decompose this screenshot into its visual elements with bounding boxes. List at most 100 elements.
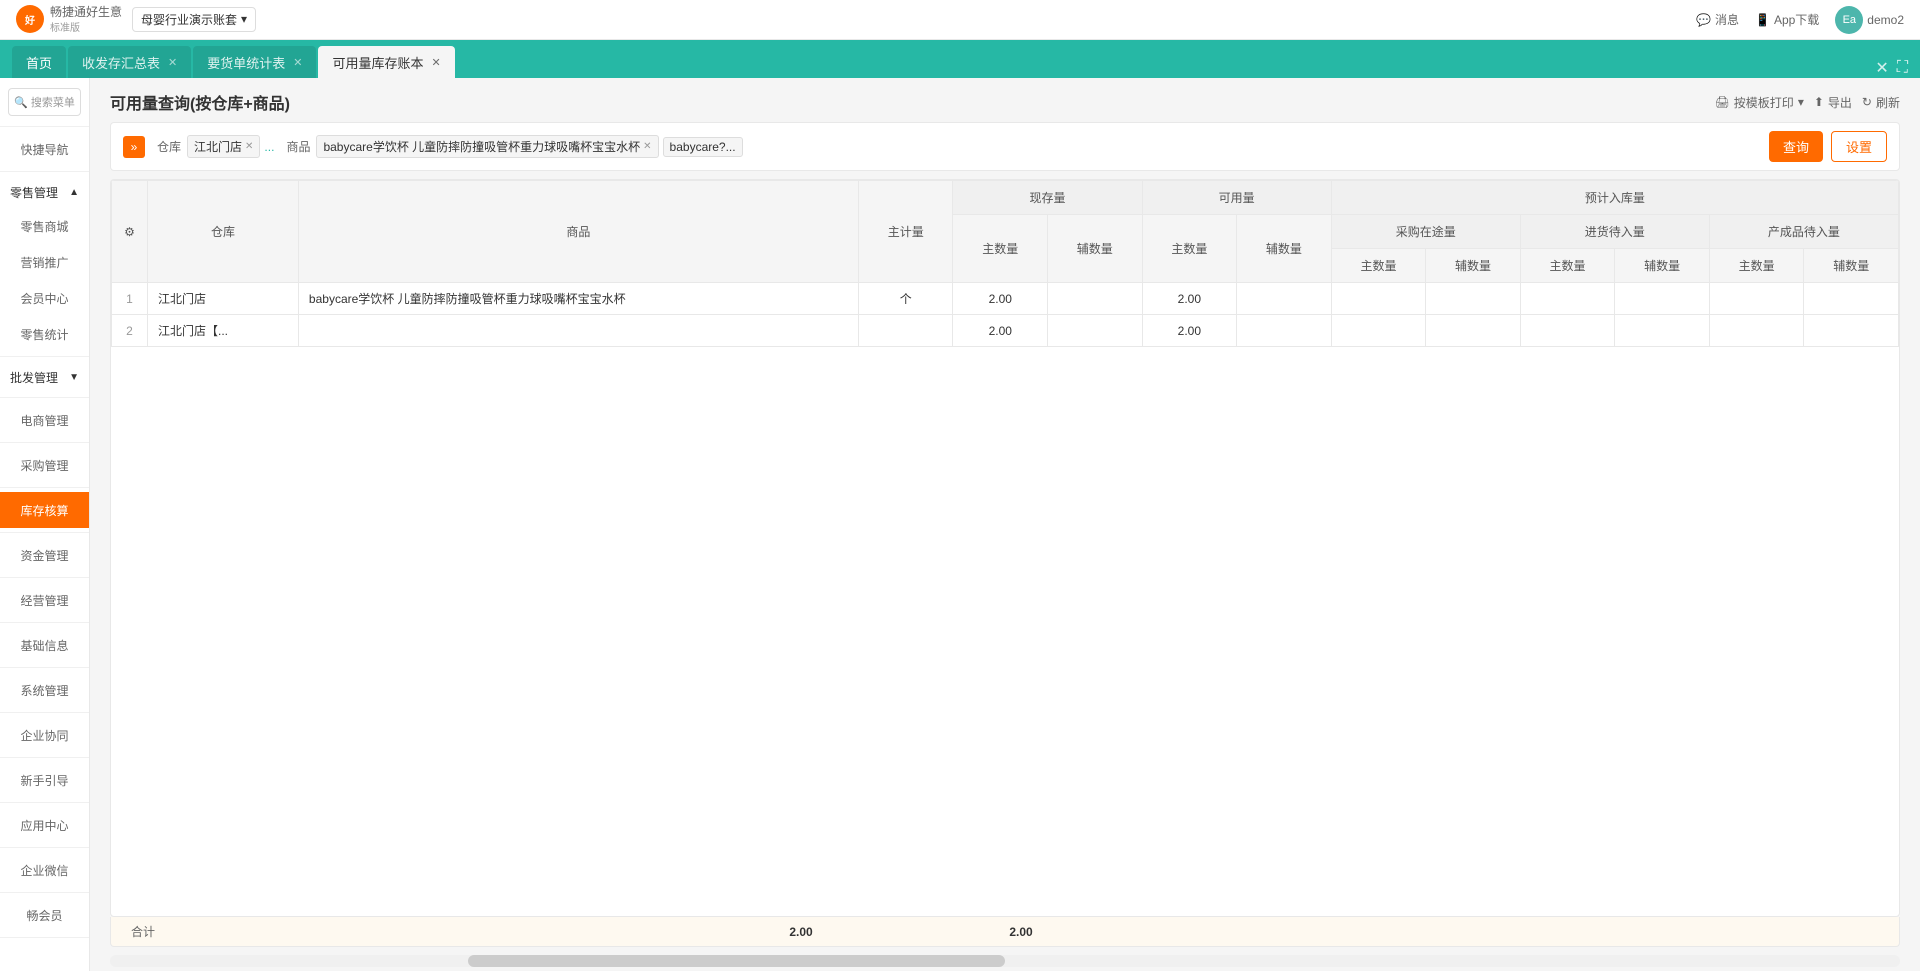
cell-index: 1: [112, 283, 148, 315]
avatar: Ea: [1835, 6, 1863, 34]
sidebar-item-system[interactable]: 系统管理: [0, 672, 89, 708]
th-group-available: 可用量: [1142, 181, 1331, 215]
product-tag-more[interactable]: babycare?...: [663, 137, 743, 157]
th-current-aux: 辅数量: [1048, 215, 1143, 283]
query-btn[interactable]: 查询: [1769, 131, 1823, 162]
th-group-production: 产成品待入量: [1709, 215, 1898, 249]
footer-avail-main: 2.00: [961, 925, 1081, 939]
sidebar-item-retail-mall[interactable]: 零售商城: [0, 208, 89, 244]
sidebar-item-inventory[interactable]: 库存核算: [0, 492, 89, 528]
sidebar-section-wholesale: 批发管理 ▼: [0, 357, 89, 398]
product-tag-close[interactable]: ✕: [643, 141, 651, 152]
export-btn[interactable]: ⬆ 导出: [1814, 94, 1852, 111]
content-area: 可用量查询(按仓库+商品) 🖨 按模板打印 ▾ ⬆ 导出 ↻ 刷新 »: [90, 78, 1920, 971]
tab-order-stats-close[interactable]: ✕: [293, 56, 302, 69]
cell-current-aux: [1048, 283, 1143, 315]
sidebar-item-members[interactable]: 会员中心: [0, 280, 89, 316]
logo-area: 好 畅捷通好生意 标准版: [16, 5, 122, 34]
th-group-current: 现存量: [953, 181, 1142, 215]
th-purchase-main: 主数量: [1331, 249, 1426, 283]
tab-order-stats[interactable]: 要货单统计表 ✕: [193, 46, 316, 78]
product-filter-group: 商品 babycare学饮杯 儿童防摔防撞吸管杯重力球吸嘴杯宝宝水杯 ✕ bab…: [286, 135, 742, 158]
product-filter-label: 商品: [286, 138, 310, 155]
cell-avail-aux: [1237, 283, 1332, 315]
nav-right-icons: ✕ ⛶: [1875, 58, 1908, 78]
sidebar-item-wecom[interactable]: 企业微信: [0, 852, 89, 888]
tab-available-stock-close[interactable]: ✕: [432, 56, 441, 69]
footer-current-aux: [861, 925, 961, 939]
maximize-icon[interactable]: ⛶: [1897, 59, 1908, 77]
sidebar-item-marketing[interactable]: 营销推广: [0, 244, 89, 280]
product-tag-babycare[interactable]: babycare学饮杯 儿童防摔防撞吸管杯重力球吸嘴杯宝宝水杯 ✕: [316, 135, 658, 158]
close-window-icon[interactable]: ✕: [1875, 58, 1888, 78]
message-btn[interactable]: 💬 消息: [1696, 11, 1739, 28]
export-icon: ⬆: [1814, 95, 1824, 109]
cell-warehouse: 江北门店【...: [148, 315, 299, 347]
tab-available-stock-label: 可用量库存账本: [332, 53, 423, 72]
product-tags: babycare学饮杯 儿童防摔防撞吸管杯重力球吸嘴杯宝宝水杯 ✕ babyca…: [316, 135, 742, 158]
th-inbound-main: 主数量: [1520, 249, 1615, 283]
app-download-btn[interactable]: 📱 App下载: [1755, 11, 1819, 28]
tab-home[interactable]: 首页: [12, 46, 66, 78]
th-prod-aux: 辅数量: [1804, 249, 1899, 283]
data-table: ⚙ 仓库 商品 主计量 现存量 可用量 预计入库量 主数量 辅数量 主数量 辅数…: [111, 180, 1899, 347]
sidebar-section-system: 系统管理: [0, 668, 89, 713]
sidebar-retail-header[interactable]: 零售管理 ▲: [0, 176, 89, 208]
th-group-forecast: 预计入库量: [1331, 181, 1898, 215]
warehouse-tag-close[interactable]: ✕: [245, 141, 253, 152]
search-menu-label: 搜索菜单: [31, 94, 75, 110]
table-wrapper[interactable]: ⚙ 仓库 商品 主计量 现存量 可用量 预计入库量 主数量 辅数量 主数量 辅数…: [110, 179, 1900, 917]
cell-index: 2: [112, 315, 148, 347]
phone-icon: 📱: [1755, 13, 1770, 27]
filter-expand-btn[interactable]: »: [123, 136, 145, 158]
sidebar-item-guide[interactable]: 新手引导: [0, 762, 89, 798]
top-bar-right: 💬 消息 📱 App下载 Ea demo2: [1696, 6, 1904, 34]
sidebar-item-quicknav[interactable]: 快捷导航: [0, 133, 89, 165]
cell-current-main: 2.00: [953, 315, 1048, 347]
user-menu[interactable]: Ea demo2: [1835, 6, 1904, 34]
sidebar-item-appstore[interactable]: 应用中心: [0, 807, 89, 843]
sidebar: 🔍 搜索菜单 快捷导航 零售管理 ▲ 零售商城 营销推广 会员中心 零售统计 批…: [0, 78, 90, 971]
sidebar-item-basic[interactable]: 基础信息: [0, 627, 89, 663]
warehouse-tag-label: 江北门店: [194, 138, 242, 155]
th-settings[interactable]: ⚙: [112, 181, 148, 283]
message-label: 消息: [1715, 11, 1739, 28]
sidebar-item-retail-stats[interactable]: 零售统计: [0, 316, 89, 352]
print-btn[interactable]: 🖨 按模板打印 ▾: [1715, 94, 1804, 111]
tab-receive-summary[interactable]: 收发存汇总表 ✕: [68, 46, 191, 78]
sidebar-wholesale-header[interactable]: 批发管理 ▼: [0, 361, 89, 393]
cell-inbound-main: [1520, 315, 1615, 347]
settings-btn[interactable]: 设置: [1831, 131, 1887, 162]
refresh-btn[interactable]: ↻ 刷新: [1862, 94, 1900, 111]
sidebar-item-member[interactable]: 畅会员: [0, 897, 89, 933]
tab-receive-summary-close[interactable]: ✕: [168, 56, 177, 69]
sidebar-item-purchase[interactable]: 采购管理: [0, 447, 89, 483]
warehouse-more[interactable]: ...: [264, 140, 274, 154]
warehouse-tag-jiangbei[interactable]: 江北门店 ✕: [187, 135, 260, 158]
cell-inbound-aux: [1615, 283, 1710, 315]
sidebar-item-enterprise[interactable]: 企业协同: [0, 717, 89, 753]
sidebar-section-appstore: 应用中心: [0, 803, 89, 848]
chevron-down-icon: ▾: [241, 12, 247, 26]
warehouse-tags: 江北门店 ✕ ...: [187, 135, 274, 158]
tab-available-stock[interactable]: 可用量库存账本 ✕: [318, 46, 454, 78]
sidebar-section-finance: 资金管理: [0, 533, 89, 578]
horizontal-scrollbar[interactable]: [110, 955, 1900, 967]
retail-label: 零售管理: [10, 184, 58, 201]
cell-prod-main: [1709, 283, 1804, 315]
search-menu-btn[interactable]: 🔍 搜索菜单: [8, 88, 81, 116]
th-prod-main: 主数量: [1709, 249, 1804, 283]
print-label: 按模板打印: [1734, 94, 1794, 111]
scrollbar-thumb[interactable]: [468, 955, 1005, 967]
cell-avail-main: 2.00: [1142, 283, 1237, 315]
sidebar-item-ecommerce[interactable]: 电商管理: [0, 402, 89, 438]
warehouse-filter-group: 仓库 江北门店 ✕ ...: [157, 135, 274, 158]
username-label: demo2: [1867, 13, 1904, 27]
industry-select[interactable]: 母婴行业演示账套 ▾: [132, 7, 256, 32]
th-group-purchase: 采购在途量: [1331, 215, 1520, 249]
cell-current-aux: [1048, 315, 1143, 347]
sidebar-item-finance[interactable]: 资金管理: [0, 537, 89, 573]
footer-values: 2.00 2.00: [741, 925, 1889, 939]
sidebar-item-operations[interactable]: 经营管理: [0, 582, 89, 618]
cell-unit: [858, 315, 953, 347]
